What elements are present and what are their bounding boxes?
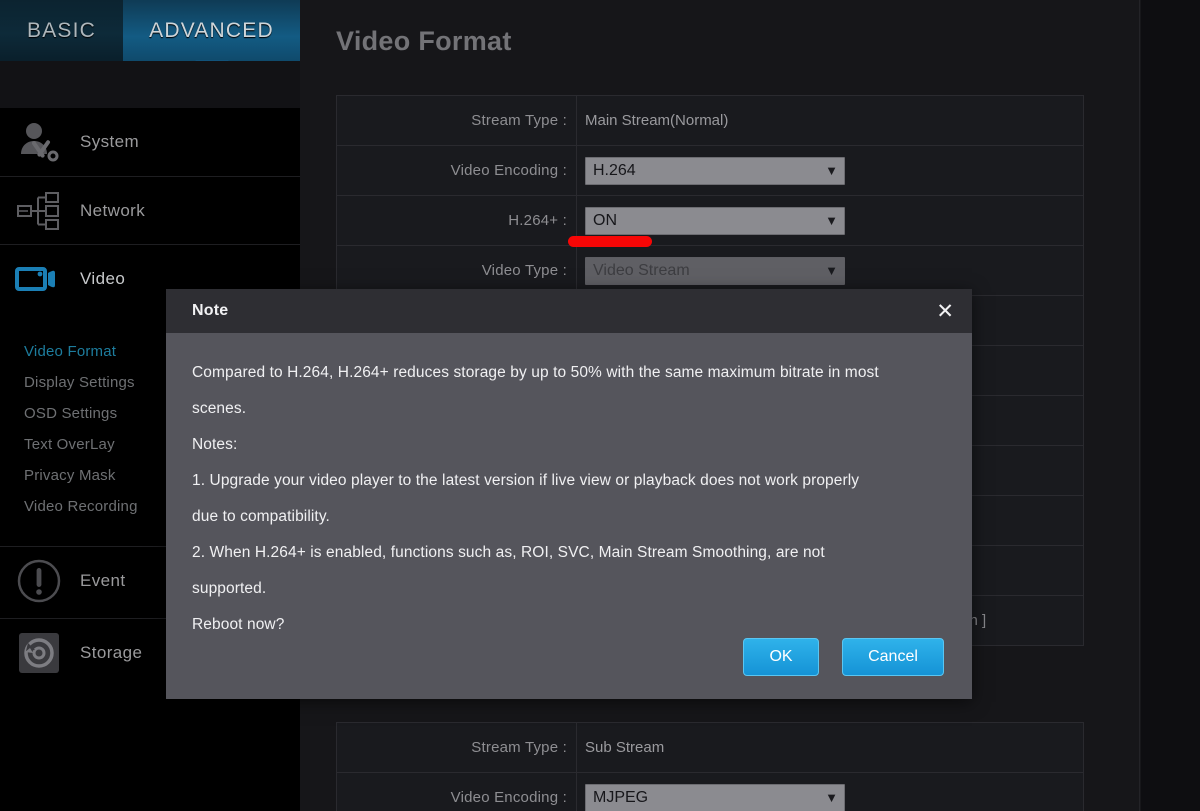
row-stream-type-main: Stream Type : Main Stream(Normal) <box>337 96 1083 146</box>
row-stream-type-main-value: Main Stream(Normal) <box>585 112 729 129</box>
row-stream-type-sub-label: Stream Type : <box>471 739 567 756</box>
row-stream-type-sub-value: Sub Stream <box>585 739 665 756</box>
close-icon[interactable]: ✕ <box>936 301 954 322</box>
event-alert-icon <box>12 557 66 605</box>
sidebar-subitem-display-settings-label: Display Settings <box>24 374 135 391</box>
row-stream-type-sub: Stream Type : Sub Stream <box>337 723 1083 773</box>
note-dialog-body: Compared to H.264, H.264+ reduces storag… <box>166 333 972 643</box>
sidebar-subitem-text-overlay-label: Text OverLay <box>24 436 115 453</box>
video-type-select[interactable]: Video Stream ▼ <box>585 256 845 285</box>
sidebar-item-video-label: Video <box>80 268 126 288</box>
row-video-encoding-main-label: Video Encoding : <box>450 162 567 179</box>
tabbar-gap <box>0 61 300 108</box>
note-dialog: Note ✕ Compared to H.264, H.264+ reduces… <box>166 289 972 699</box>
cancel-button-label: Cancel <box>868 648 918 665</box>
row-video-encoding-sub: Video Encoding : MJPEG ▼ <box>337 773 1083 811</box>
note-paragraph-3: Notes: <box>192 436 238 453</box>
row-video-encoding-main: Video Encoding : H.264 ▼ <box>337 146 1083 196</box>
sidebar-item-network[interactable]: Network <box>0 176 300 244</box>
row-divider <box>576 723 577 772</box>
h264plus-select[interactable]: ON ▼ <box>585 206 845 235</box>
row-stream-type-main-label: Stream Type : <box>471 112 567 129</box>
tab-basic-label: BASIC <box>26 18 97 42</box>
cancel-button[interactable]: Cancel <box>842 638 944 676</box>
video-encoding-sub-selected-value: MJPEG <box>593 788 649 806</box>
row-video-type-label: Video Type : <box>481 262 567 279</box>
video-camera-icon <box>12 255 66 303</box>
note-paragraph-5: due to compatibility. <box>192 508 330 525</box>
row-divider <box>576 96 577 145</box>
app-root: BASIC ADVANCED System Network Video Vide… <box>0 0 1200 811</box>
video-encoding-main-selected-value: H.264 <box>593 161 636 179</box>
network-tree-icon <box>12 187 66 235</box>
sidebar-subitem-video-recording-label: Video Recording <box>24 498 138 515</box>
video-encoding-sub-select[interactable]: MJPEG ▼ <box>585 783 845 811</box>
chevron-down-icon: ▼ <box>825 263 838 278</box>
sidebar-item-event-label: Event <box>80 570 126 590</box>
storage-disk-icon <box>12 629 66 677</box>
page-title: Video Format <box>336 26 512 56</box>
sidebar-subitem-privacy-mask-label: Privacy Mask <box>24 467 116 484</box>
video-encoding-main-select[interactable]: H.264 ▼ <box>585 156 845 185</box>
note-dialog-titlebar: Note ✕ <box>166 289 972 333</box>
row-divider <box>576 773 577 811</box>
sub-stream-table: Stream Type : Sub Stream Video Encoding … <box>336 722 1084 811</box>
ok-button[interactable]: OK <box>743 638 819 676</box>
note-paragraph-2: scenes. <box>192 400 247 417</box>
sidebar-subitem-video-format-label: Video Format <box>24 343 117 360</box>
sidebar-subitem-osd-settings-label: OSD Settings <box>24 405 118 422</box>
chevron-down-icon: ▼ <box>825 790 838 805</box>
sidebar-item-network-label: Network <box>80 200 146 220</box>
video-type-selected-value: Video Stream <box>593 261 690 279</box>
note-dialog-actions: OK Cancel <box>743 638 944 676</box>
sidebar-item-system-label: System <box>80 132 140 151</box>
row-h264plus-label: H.264+ : <box>508 212 567 229</box>
chevron-down-icon: ▼ <box>825 163 838 178</box>
right-margin-strip <box>1141 0 1200 811</box>
tab-advanced[interactable]: ADVANCED <box>123 0 300 75</box>
red-highlight-annotation <box>568 236 652 247</box>
tab-advanced-label: ADVANCED <box>149 18 274 42</box>
top-tab-bar: BASIC ADVANCED <box>0 0 300 75</box>
row-video-encoding-sub-label: Video Encoding : <box>450 789 567 806</box>
note-paragraph-6: 2. When H.264+ is enabled, functions suc… <box>192 544 825 561</box>
note-paragraph-1: Compared to H.264, H.264+ reduces storag… <box>192 364 879 381</box>
h264plus-selected-value: ON <box>593 211 617 229</box>
note-paragraph-4: 1. Upgrade your video player to the late… <box>192 472 860 489</box>
note-dialog-title: Note <box>192 302 229 319</box>
row-h264plus: H.264+ : ON ▼ <box>337 196 1083 246</box>
row-divider <box>576 146 577 195</box>
sidebar-item-storage-label: Storage <box>80 642 143 662</box>
note-paragraph-7: supported. <box>192 580 267 597</box>
row-divider <box>576 246 577 295</box>
chevron-down-icon: ▼ <box>825 213 838 228</box>
system-user-tools-icon <box>12 118 66 166</box>
sidebar-item-system[interactable]: System <box>0 108 300 176</box>
ok-button-label: OK <box>769 648 793 665</box>
tab-basic[interactable]: BASIC <box>0 0 123 61</box>
